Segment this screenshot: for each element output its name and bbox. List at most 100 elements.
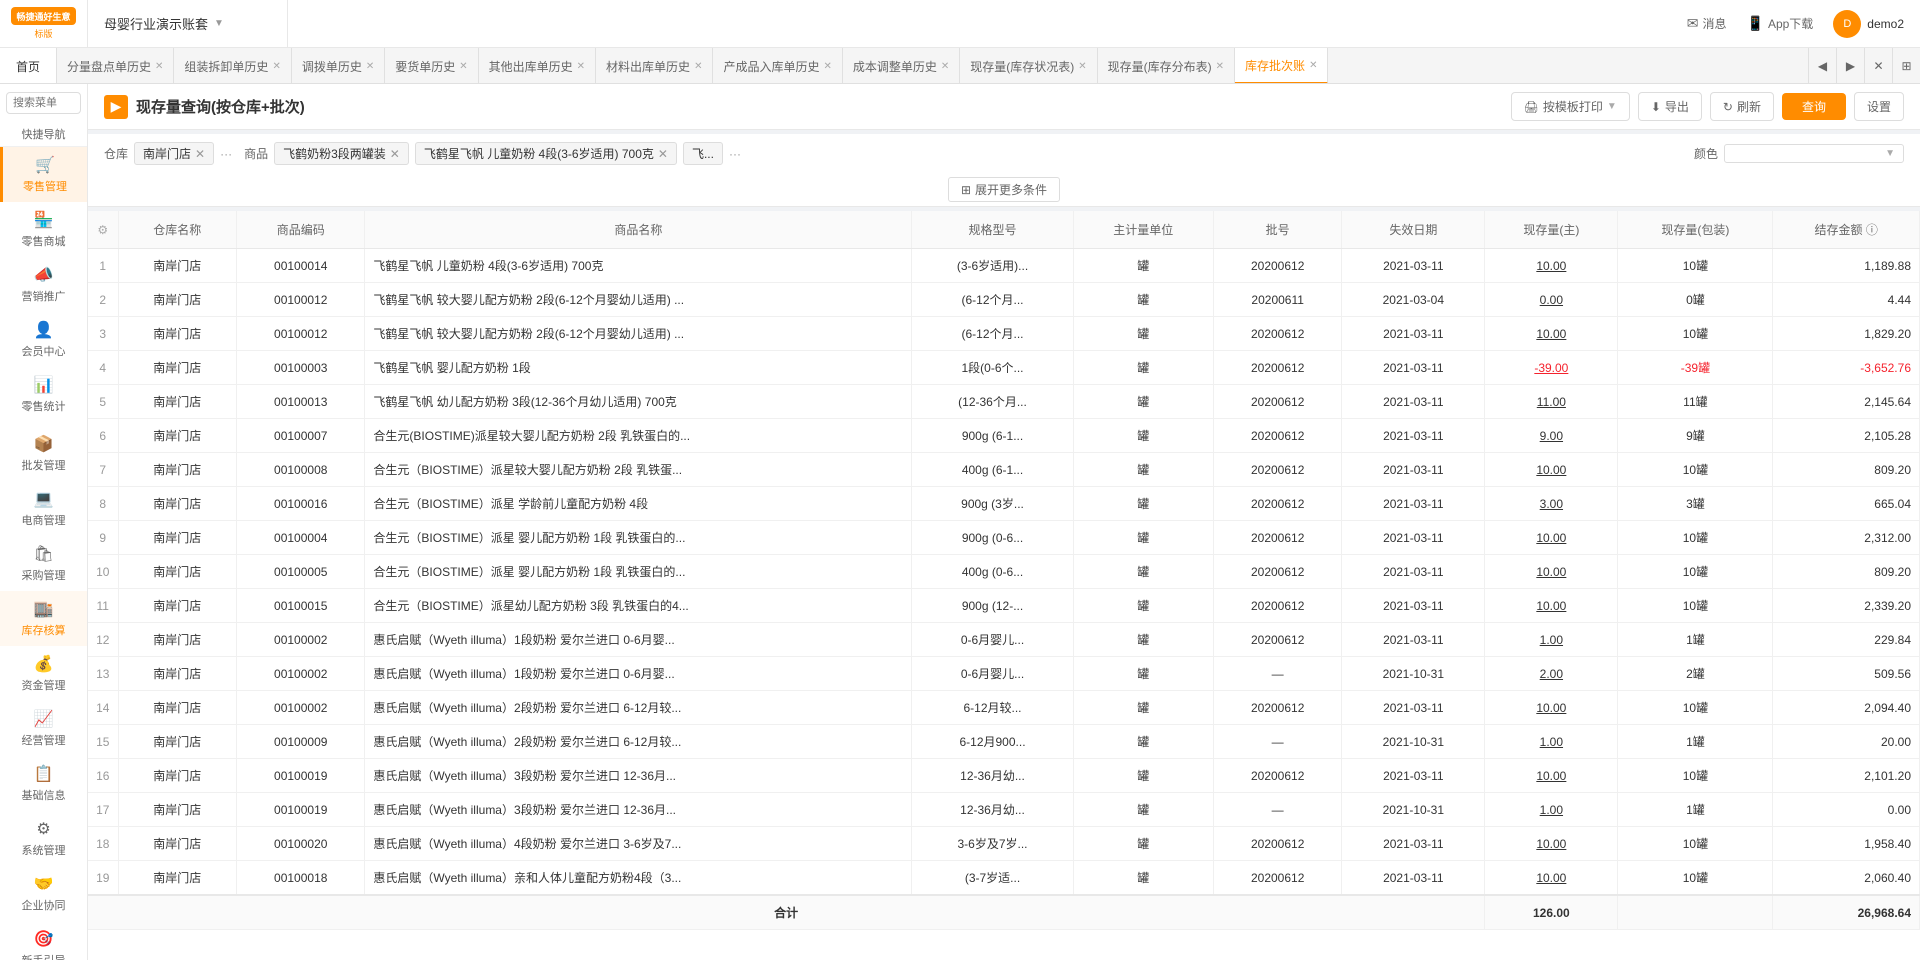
app-download-btn[interactable]: 📱 App下载 [1747,15,1814,32]
tab-xiancunliangfenbu[interactable]: 现存量(库存分布表)✕ [1098,48,1235,84]
cell-qty-main[interactable]: 1.00 [1485,623,1618,657]
tab-diaobodanhistory[interactable]: 调拨单历史✕ [292,48,385,84]
cell-qty-main[interactable]: 9.00 [1485,419,1618,453]
tab-xiancunliangkuzhang[interactable]: 现存量(库存状况表)✕ [960,48,1097,84]
sidebar-item-jingying[interactable]: 📈 经营管理 [0,701,87,756]
warehouse-more[interactable]: ··· [220,147,232,161]
col-qty-main: 现存量(主) [1485,211,1618,249]
warehouse-tag-close[interactable]: ✕ [195,147,205,161]
row-num: 9 [88,521,118,555]
message-btn[interactable]: ✉ 消息 [1687,15,1727,32]
cell-qty-main[interactable]: 3.00 [1485,487,1618,521]
db-selector[interactable]: 母婴行业演示账套 ▼ [88,0,288,47]
sidebar-item-lingshitongji[interactable]: 📊 零售统计 [0,367,87,422]
tab-home[interactable]: 首页 [0,48,57,84]
tab-chanchengruku[interactable]: 产成品入库单历史✕ [713,48,842,84]
cell-qty-pkg: 3罐 [1618,487,1773,521]
tab-cailiaochuku[interactable]: 材料出库单历史✕ [596,48,713,84]
sidebar-item-lingshiguanli[interactable]: 🛒 零售管理 [0,147,87,202]
cell-code: 00100005 [237,555,365,589]
close-tab-2[interactable]: ✕ [272,61,280,72]
cell-code: 00100002 [237,691,365,725]
cell-code: 00100009 [237,725,365,759]
col-gear[interactable]: ⚙ [88,211,118,249]
cell-qty-main[interactable]: 10.00 [1485,759,1618,793]
cell-unit: 罐 [1073,317,1213,351]
close-tab-10[interactable]: ✕ [1216,61,1224,72]
sidebar-item-yingxiaotuguan[interactable]: 📣 营销推广 [0,257,87,312]
print-btn[interactable]: 🖨 按模板打印 ▼ [1511,92,1630,121]
tab-qitachu[interactable]: 其他出库单历史✕ [479,48,596,84]
sidebar-item-kucunhesuan[interactable]: 🏬 库存核算 [0,591,87,646]
tab-fenliangpandian[interactable]: 分量盘点单历史✕ [57,48,174,84]
close-tab-9[interactable]: ✕ [1078,61,1086,72]
close-tab-6[interactable]: ✕ [694,61,702,72]
cell-qty-main[interactable]: 10.00 [1485,827,1618,861]
user-avatar[interactable]: D demo2 [1833,10,1904,38]
sidebar-search-input[interactable] [6,92,81,114]
warehouse-tag[interactable]: 南岸门店 ✕ [134,142,214,165]
cell-expire: 2021-03-11 [1342,487,1485,521]
summary-amount: 26,968.64 [1773,895,1920,930]
tab-next-btn[interactable]: ▶ [1836,48,1864,83]
close-tab-8[interactable]: ✕ [941,61,949,72]
close-tab-11[interactable]: ✕ [1309,60,1317,71]
cell-qty-main[interactable]: 10.00 [1485,555,1618,589]
goods-tag-2[interactable]: 飞鹤星飞帆 儿童奶粉 4段(3-6岁适用) 700克 ✕ [415,142,677,165]
cell-qty-main[interactable]: 10.00 [1485,249,1618,283]
close-tab-5[interactable]: ✕ [577,61,585,72]
goods-more[interactable]: ··· [729,147,741,161]
cell-qty-main[interactable]: 10.00 [1485,861,1618,896]
cell-qty-main[interactable]: 10.00 [1485,589,1618,623]
cell-batch: 20200612 [1214,521,1342,555]
cell-qty-main[interactable]: 10.00 [1485,453,1618,487]
cell-spec: (12-36个月... [912,385,1073,419]
goods-tag-1[interactable]: 飞鹤奶粉3段两罐装 ✕ [274,142,409,165]
tab-yaohuo[interactable]: 要货单历史✕ [385,48,478,84]
cell-batch: — [1214,793,1342,827]
cell-code: 00100008 [237,453,365,487]
sidebar-quick-nav[interactable]: 快捷导航 [0,122,87,147]
cell-qty-main[interactable]: 10.00 [1485,317,1618,351]
sidebar-item-xinshouyindao[interactable]: 🎯 新手引导 [0,921,87,960]
tab-zuzhangchaijian[interactable]: 组装拆卸单历史✕ [174,48,291,84]
tab-menu-btn[interactable]: ⊞ [1892,48,1920,83]
tab-kupicizang-active[interactable]: 库存批次账✕ [1235,48,1328,84]
close-tab-3[interactable]: ✕ [366,61,374,72]
cell-qty-main[interactable]: 1.00 [1485,725,1618,759]
cell-qty-main[interactable]: 2.00 [1485,657,1618,691]
expand-collapse-btn[interactable]: ▶ [104,95,128,119]
sidebar-item-caigou[interactable]: 🛍 采购管理 [0,536,87,591]
cell-qty-main[interactable]: 10.00 [1485,691,1618,725]
goods-tag2-close[interactable]: ✕ [658,147,668,161]
goods-tag1-close[interactable]: ✕ [390,147,400,161]
sidebar-item-lingshishangcheng[interactable]: 🏪 零售商城 [0,202,87,257]
cell-qty-main[interactable]: 1.00 [1485,793,1618,827]
close-tab-1[interactable]: ✕ [155,61,163,72]
expand-more-btn[interactable]: ⊞ 展开更多条件 [948,177,1060,202]
tab-close-all-btn[interactable]: ✕ [1864,48,1892,83]
sidebar-item-dianshang[interactable]: 💻 电商管理 [0,481,87,536]
export-btn[interactable]: ⬇ 导出 [1638,92,1702,121]
query-btn[interactable]: 查询 [1782,93,1846,120]
goods-tag-3[interactable]: 飞... [683,142,723,165]
sidebar-item-jichuxinxi[interactable]: 📋 基础信息 [0,756,87,811]
cell-qty-main[interactable]: 0.00 [1485,283,1618,317]
cell-qty-pkg: 1罐 [1618,793,1773,827]
sidebar-item-zijin[interactable]: 💰 资金管理 [0,646,87,701]
sidebar-item-pifaguanli[interactable]: 📦 批发管理 [0,426,87,481]
sidebar-item-xitong[interactable]: ⚙ 系统管理 [0,811,87,866]
close-tab-7[interactable]: ✕ [823,61,831,72]
cell-qty-main[interactable]: -39.00 [1485,351,1618,385]
tab-chengbentiaozhen[interactable]: 成本调整单历史✕ [843,48,960,84]
cell-qty-main[interactable]: 11.00 [1485,385,1618,419]
tab-prev-btn[interactable]: ◀ [1808,48,1836,83]
refresh-btn[interactable]: ↻ 刷新 [1710,92,1774,121]
sidebar-item-huiyuanzhongxin[interactable]: 👤 会员中心 [0,312,87,367]
close-tab-4[interactable]: ✕ [459,61,467,72]
settings-btn[interactable]: 设置 [1854,92,1904,121]
cell-code: 00100002 [237,623,365,657]
cell-qty-main[interactable]: 10.00 [1485,521,1618,555]
sidebar-item-qiye[interactable]: 🤝 企业协同 [0,866,87,921]
color-filter-input[interactable]: ▼ [1724,144,1904,163]
